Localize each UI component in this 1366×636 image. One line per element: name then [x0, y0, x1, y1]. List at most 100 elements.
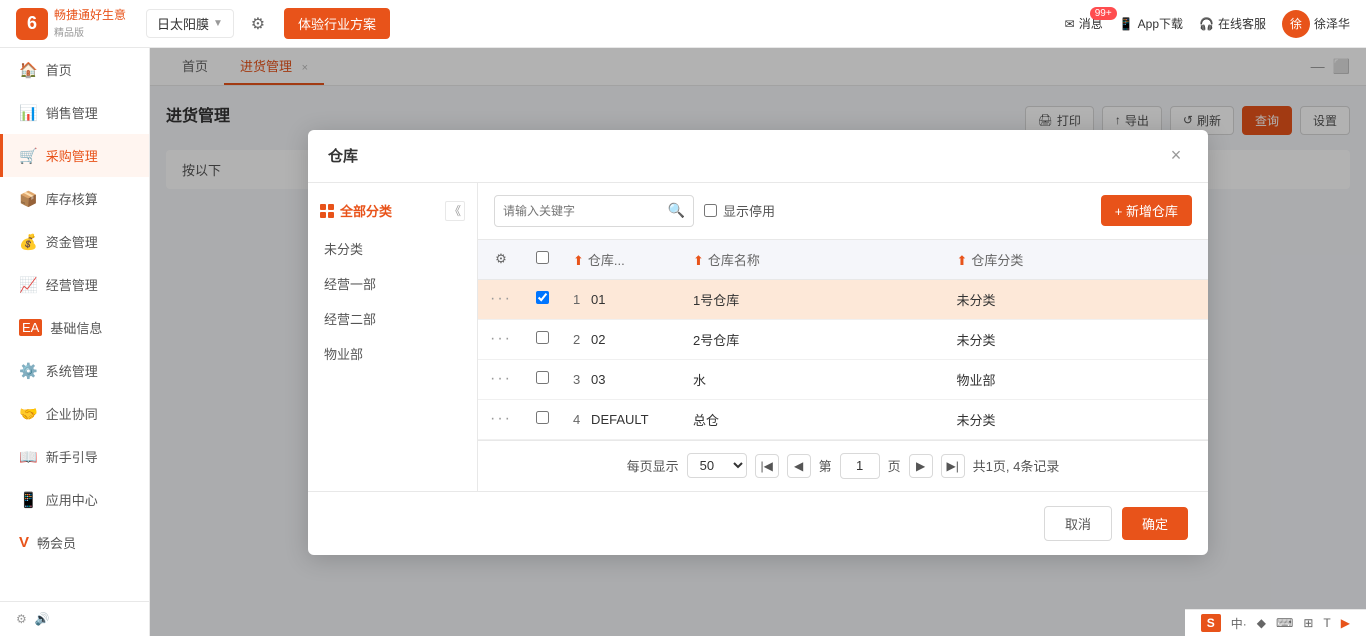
select-all-checkbox[interactable] — [536, 251, 549, 264]
sort-icon-name: ⬆ — [693, 253, 704, 268]
sidebar-item-enterprise[interactable]: 🤝 企业协同 — [0, 392, 149, 435]
text-icon: T — [1323, 616, 1330, 630]
col-settings: ⚙ — [478, 240, 524, 280]
page-suffix: 页 — [888, 456, 901, 475]
modal-close-button[interactable]: × — [1164, 144, 1188, 168]
app-download-label: App下载 — [1138, 15, 1183, 32]
app-download-button[interactable]: 📱 App下载 — [1119, 15, 1183, 32]
sidebar-item-system[interactable]: ⚙️ 系统管理 — [0, 349, 149, 392]
enterprise-icon: 🤝 — [19, 405, 38, 423]
sidebar: 🏠 首页 📊 销售管理 🛒 采购管理 📦 库存核算 💰 资金管理 📈 经营管理 … — [0, 48, 150, 636]
row-num-cell: 1 01 — [561, 279, 681, 319]
sidebar-item-sales[interactable]: 📊 销售管理 — [0, 91, 149, 134]
sidebar-item-purchase[interactable]: 🛒 采购管理 — [0, 134, 149, 177]
sidebar-item-label: 销售管理 — [46, 103, 98, 122]
cancel-button[interactable]: 取消 — [1044, 506, 1112, 541]
modal-header: 仓库 × — [308, 130, 1208, 183]
sidebar-item-home[interactable]: 🏠 首页 — [0, 48, 149, 91]
modal-title: 仓库 — [328, 145, 358, 166]
row-checkbox[interactable] — [536, 331, 549, 344]
show-disabled-checkbox-label[interactable]: 显示停用 — [704, 201, 775, 220]
app-download-icon: 📱 — [1119, 17, 1134, 31]
lang-indicator[interactable]: 中· — [1231, 615, 1247, 632]
sidebar-item-basics[interactable]: EA 基础信息 — [0, 306, 149, 349]
sales-icon: 📊 — [19, 104, 38, 122]
sidebar-item-label: 资金管理 — [46, 232, 98, 251]
col-code[interactable]: ⬆仓库... — [561, 240, 681, 280]
first-page-button[interactable]: |◀ — [755, 454, 779, 478]
collapse-button[interactable]: 《 — [445, 201, 465, 221]
sidebar-item-label: 新手引导 — [46, 447, 98, 466]
user-menu[interactable]: 徐 徐泽华 — [1282, 10, 1350, 38]
home-icon: 🏠 — [19, 61, 38, 79]
avatar: 徐 — [1282, 10, 1310, 38]
page-number-input[interactable] — [840, 453, 880, 479]
grid-icon — [320, 204, 334, 218]
sidebar-item-label: 基础信息 — [50, 318, 102, 337]
row-category-cell: 物业部 — [944, 359, 1208, 399]
prev-page-button[interactable]: ◀ — [787, 454, 811, 478]
row-name-cell: 总仓 — [681, 399, 945, 439]
row-checkbox[interactable] — [536, 411, 549, 424]
category-item-property[interactable]: 物业部 — [308, 336, 477, 371]
operations-icon: 📈 — [19, 276, 38, 294]
sidebar-item-guide[interactable]: 📖 新手引导 — [0, 435, 149, 478]
apps-icon: 📱 — [19, 491, 38, 509]
inventory-icon: 📦 — [19, 190, 38, 208]
table-row: ··· 4 DEFAULT 总仓 未分类 — [478, 399, 1208, 439]
sort-icon-cat: ⬆ — [956, 253, 967, 268]
col-category[interactable]: ⬆仓库分类 — [944, 240, 1208, 280]
message-button[interactable]: ✉ 消息 99+ — [1065, 15, 1103, 32]
row-checkbox-cell[interactable] — [524, 359, 561, 399]
row-checkbox[interactable] — [536, 371, 549, 384]
row-checkbox[interactable] — [536, 291, 549, 304]
play-icon: ▶ — [1341, 616, 1350, 630]
warehouse-table-wrapper: ⚙ ⬆仓库... ⬆仓库名称 — [478, 240, 1208, 440]
sidebar-item-label: 企业协同 — [46, 404, 98, 423]
row-checkbox-cell[interactable] — [524, 399, 561, 439]
trial-button[interactable]: 体验行业方案 — [284, 8, 390, 39]
message-badge: 99+ — [1090, 7, 1117, 20]
message-icon: ✉ — [1065, 17, 1075, 31]
category-item-ops2[interactable]: 经营二部 — [308, 301, 477, 336]
new-warehouse-button[interactable]: + 新增仓库 — [1101, 195, 1192, 226]
main-content: 首页 进货管理 × — ⬜ 进货管理 🖨 打印 ↑ 导出 — [150, 48, 1366, 636]
category-item-unclassified[interactable]: 未分类 — [308, 231, 477, 266]
row-checkbox-cell[interactable] — [524, 319, 561, 359]
last-page-button[interactable]: ▶| — [941, 454, 965, 478]
sidebar-item-apps[interactable]: 📱 应用中心 — [0, 478, 149, 521]
per-page-select[interactable]: 50 20 100 — [687, 453, 747, 478]
col-name[interactable]: ⬆仓库名称 — [681, 240, 945, 280]
online-service-button[interactable]: 🎧 在线客服 — [1199, 15, 1266, 32]
keyboard-icon[interactable]: ⌨ — [1276, 616, 1293, 630]
sidebar-item-inventory[interactable]: 📦 库存核算 — [0, 177, 149, 220]
show-disabled-checkbox[interactable] — [704, 204, 717, 217]
sidebar-item-label: 系统管理 — [46, 361, 98, 380]
row-more-btn[interactable]: ··· — [478, 399, 524, 439]
settings-bottom-icon[interactable]: ⚙ — [16, 612, 27, 626]
settings-icon[interactable]: ⚙ — [242, 8, 274, 40]
app-logo: 6 畅捷通好生意 精品版 — [16, 8, 126, 40]
next-page-button[interactable]: ▶ — [909, 454, 933, 478]
row-checkbox-cell[interactable] — [524, 279, 561, 319]
row-num-cell: 4 DEFAULT — [561, 399, 681, 439]
row-more-btn[interactable]: ··· — [478, 359, 524, 399]
logo-icon: 6 — [16, 8, 48, 40]
sidebar-item-operations[interactable]: 📈 经营管理 — [0, 263, 149, 306]
sidebar-item-label: 采购管理 — [46, 146, 98, 165]
table-toolbar: 🔍 显示停用 + 新增仓库 — [478, 183, 1208, 240]
sidebar-item-member[interactable]: V 畅会员 — [0, 521, 149, 564]
sidebar-item-finance[interactable]: 💰 资金管理 — [0, 220, 149, 263]
row-more-btn[interactable]: ··· — [478, 319, 524, 359]
confirm-button[interactable]: 确定 — [1122, 507, 1188, 540]
row-more-btn[interactable]: ··· — [478, 279, 524, 319]
category-item-ops1[interactable]: 经营一部 — [308, 266, 477, 301]
col-checkbox — [524, 240, 561, 280]
dropdown-arrow-icon: ▼ — [213, 18, 223, 29]
speaker-bottom-icon[interactable]: 🔊 — [35, 612, 50, 626]
sidebar-item-label: 库存核算 — [46, 189, 98, 208]
table-row: ··· 2 02 2号仓库 未分类 — [478, 319, 1208, 359]
search-box[interactable]: 🔍 — [494, 195, 694, 227]
company-selector[interactable]: 日太阳膜 ▼ — [146, 9, 234, 38]
search-input[interactable] — [503, 204, 668, 218]
